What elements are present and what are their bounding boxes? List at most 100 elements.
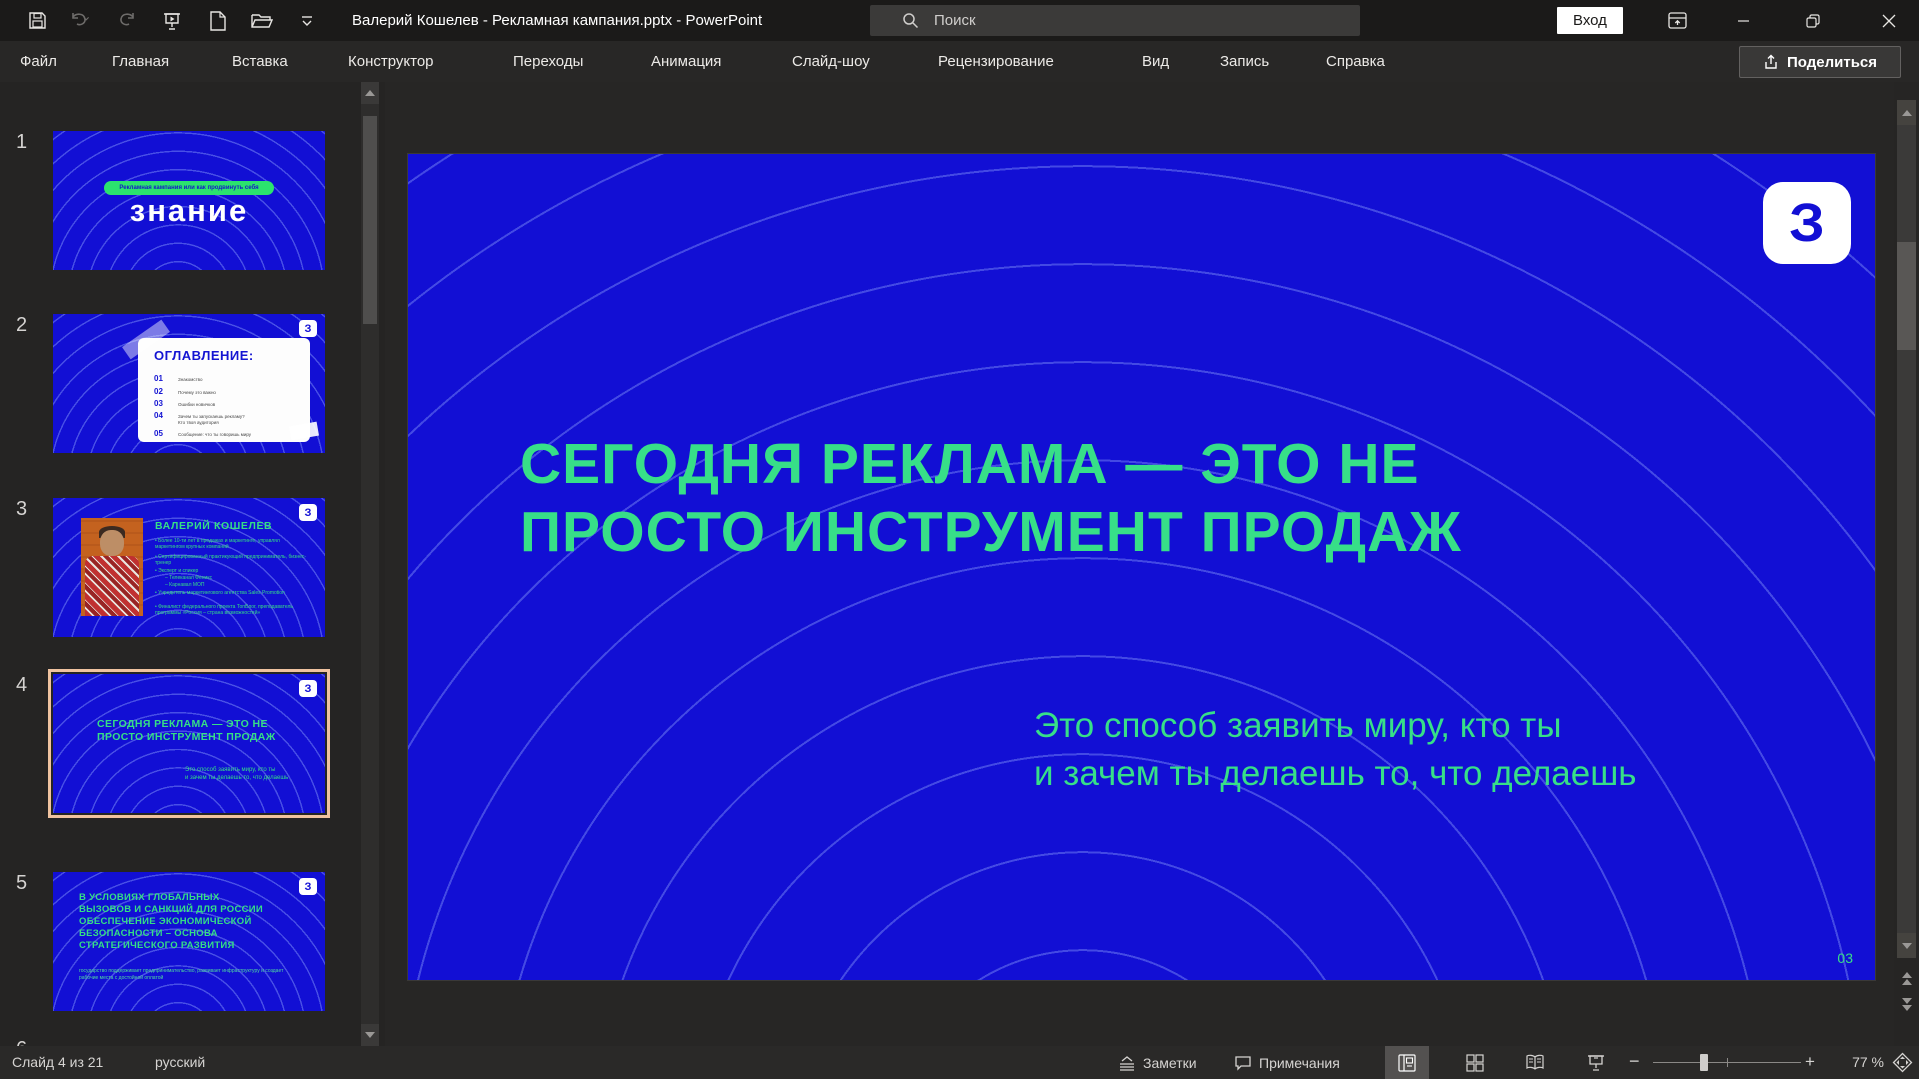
zoom-level[interactable]: 77 % xyxy=(1838,1054,1884,1070)
slide-thumbnail-4-selected[interactable]: З СЕГОДНЯ РЕКЛАМА — ЭТО НЕ ПРОСТО ИНСТРУ… xyxy=(48,669,330,818)
zoom-out-button[interactable]: − xyxy=(1629,1052,1644,1070)
slide5-thumb-title: В УСЛОВИЯХ ГЛОБАЛЬНЫХ ВЫЗОВОВ И САНКЦИЙ … xyxy=(79,892,264,951)
share-button[interactable]: Поделиться xyxy=(1739,46,1901,78)
undo-icon[interactable] xyxy=(69,8,95,34)
notes-icon xyxy=(1120,1055,1134,1071)
toc-label: Почему это важно xyxy=(178,390,216,395)
tab-file[interactable]: Файл xyxy=(18,41,59,82)
new-file-icon[interactable] xyxy=(204,8,230,34)
znanie-logo: З xyxy=(1763,182,1851,264)
redo-icon[interactable] xyxy=(114,8,140,34)
scroll-down-arrow[interactable] xyxy=(1897,933,1916,958)
znanie-logo-badge: З xyxy=(299,680,317,697)
zoom-in-button[interactable]: + xyxy=(1805,1053,1820,1070)
scroll-up-arrow[interactable] xyxy=(1897,100,1916,125)
toc-sublabel: Кто твоя аудитория xyxy=(178,420,219,425)
restore-button[interactable] xyxy=(1785,0,1841,41)
slide-thumbnail-1[interactable]: Рекламная кампания или как продвинуть се… xyxy=(53,131,325,270)
toc-num: 01 xyxy=(154,374,163,383)
slide-title[interactable]: СЕГОДНЯ РЕКЛАМА — ЭТО НЕ ПРОСТО ИНСТРУМЕ… xyxy=(520,430,1462,566)
normal-view-button[interactable] xyxy=(1385,1046,1429,1079)
slideshow-view-button[interactable] xyxy=(1574,1046,1618,1079)
language-indicator[interactable]: русский xyxy=(155,1054,205,1070)
slide3-subbullet: Телеканал Феникс xyxy=(165,575,317,581)
tab-slideshow[interactable]: Слайд-шоу xyxy=(790,41,872,82)
zoom-slider-thumb[interactable] xyxy=(1700,1054,1708,1071)
tab-home[interactable]: Главная xyxy=(110,41,171,82)
toc-label: Ошибки новичков xyxy=(178,402,216,407)
powerpoint-window: Валерий Кошелев - Рекламная кампания.ppt… xyxy=(0,0,1919,1079)
ribbon-display-options-button[interactable] xyxy=(1649,0,1705,41)
sign-in-button[interactable]: Вход xyxy=(1557,7,1623,34)
scrollbar-track[interactable] xyxy=(1897,100,1916,958)
grid-view-icon xyxy=(1466,1053,1484,1072)
normal-view-icon xyxy=(1398,1053,1416,1072)
start-slideshow-icon[interactable] xyxy=(159,8,185,34)
scrollbar-thumb[interactable] xyxy=(363,116,377,324)
slide-thumbnail-3[interactable]: З ВАЛЕРИЙ КОШЕЛЕВ Более 10-ти лет в прод… xyxy=(53,498,325,637)
slide-canvas-area: З СЕГОДНЯ РЕКЛАМА — ЭТО НЕ ПРОСТО ИНСТРУ… xyxy=(385,82,1894,1046)
thumbnail-scrollbar[interactable] xyxy=(361,82,379,1046)
slide3-bullet: Сертифицированный практикующий предприни… xyxy=(155,554,307,566)
toc-num: 04 xyxy=(154,411,163,420)
slide-number-4: 4 xyxy=(16,674,28,696)
slide-thumbnail-5[interactable]: З В УСЛОВИЯХ ГЛОБАЛЬНЫХ ВЫЗОВОВ И САНКЦИ… xyxy=(53,872,325,1011)
slide-sorter-view-button[interactable] xyxy=(1453,1046,1497,1079)
toc-label: Сообщение: что ты говоришь миру xyxy=(178,432,252,437)
slide3-subbullet: Карнавал МОП xyxy=(165,582,317,588)
previous-slide-button[interactable] xyxy=(1897,966,1916,990)
scroll-down-arrow[interactable] xyxy=(361,1024,379,1046)
toc-num: 03 xyxy=(154,399,163,408)
slide-thumbnail-panel: 1 2 3 4 5 6 Рекламная кампания или как п… xyxy=(0,82,385,1046)
tab-help[interactable]: Справка xyxy=(1324,41,1387,82)
tab-record[interactable]: Запись xyxy=(1218,41,1271,82)
paper-decoration xyxy=(288,421,320,441)
customize-toolbar-chevron-icon[interactable] xyxy=(294,8,320,34)
slide2-heading: ОГЛАВЛЕНИЕ: xyxy=(154,348,254,363)
tab-transitions[interactable]: Переходы xyxy=(511,41,585,82)
slide-number-6: 6 xyxy=(16,1038,27,1046)
slide3-bullet: Более 10-ти лет в продажах и маркетинге,… xyxy=(155,538,307,550)
title-bar: Валерий Кошелев - Рекламная кампания.ppt… xyxy=(0,0,1919,41)
znanie-logo-badge: З xyxy=(299,504,317,521)
comments-toggle[interactable]: Примечания xyxy=(1234,1046,1340,1079)
status-bar: Слайд 4 из 21 русский Заметки Примечания… xyxy=(0,1046,1919,1079)
slide3-bullet: Учредитель маркетингового агентства Sale… xyxy=(155,590,307,596)
save-icon[interactable] xyxy=(24,8,50,34)
slide4-thumb-subtitle: Это способ заявить миру, кто ты и зачем … xyxy=(185,767,289,781)
minimize-button[interactable] xyxy=(1715,0,1771,41)
znanie-logo-badge: З xyxy=(299,878,317,895)
slide-number-2: 2 xyxy=(16,314,28,336)
current-slide[interactable]: З СЕГОДНЯ РЕКЛАМА — ЭТО НЕ ПРОСТО ИНСТРУ… xyxy=(408,154,1875,980)
slide-counter[interactable]: Слайд 4 из 21 xyxy=(12,1054,103,1070)
slide2-card: ОГЛАВЛЕНИЕ: 01 Знакомство 02 Почему это ва… xyxy=(122,319,320,442)
toc-num: 05 xyxy=(154,429,163,438)
main-scrollbar[interactable] xyxy=(1894,82,1919,1046)
notes-toggle[interactable]: Заметки xyxy=(1118,1046,1197,1079)
slide-number-1: 1 xyxy=(16,131,28,153)
ribbon-tab-bar: Файл Главная Вставка Конструктор Переход… xyxy=(0,41,1919,82)
comments-icon xyxy=(1235,1055,1251,1071)
tab-review[interactable]: Рецензирование xyxy=(936,41,1056,82)
scroll-up-arrow[interactable] xyxy=(361,82,379,104)
scrollbar-thumb[interactable] xyxy=(1897,242,1916,350)
tab-insert[interactable]: Вставка xyxy=(230,41,290,82)
tab-design[interactable]: Конструктор xyxy=(346,41,436,82)
slide-subtitle[interactable]: Это способ заявить миру, кто ты и зачем … xyxy=(1034,702,1637,798)
close-button[interactable] xyxy=(1858,0,1919,41)
fit-slide-to-window-button[interactable] xyxy=(1892,1052,1913,1076)
slide3-speaker-name: ВАЛЕРИЙ КОШЕЛЕВ xyxy=(155,520,273,532)
search-icon xyxy=(903,13,919,29)
tab-view[interactable]: Вид xyxy=(1140,41,1171,82)
reading-view-button[interactable] xyxy=(1513,1046,1557,1079)
slide-number-5: 5 xyxy=(16,872,28,894)
slide-thumbnail-2[interactable]: З ОГЛАВЛЕНИЕ: 01 Знакомство 02 Почему это … xyxy=(53,314,325,453)
next-slide-button[interactable] xyxy=(1897,992,1916,1016)
search-input[interactable] xyxy=(910,11,1270,30)
document-title: Валерий Кошелев - Рекламная кампания.ppt… xyxy=(352,12,763,29)
fit-window-icon xyxy=(1892,1052,1913,1073)
open-folder-icon[interactable] xyxy=(249,8,275,34)
tab-animations[interactable]: Анимация xyxy=(649,41,723,82)
slide3-bullet: Эксперт и спикер xyxy=(155,568,307,574)
search-box[interactable] xyxy=(870,5,1360,36)
